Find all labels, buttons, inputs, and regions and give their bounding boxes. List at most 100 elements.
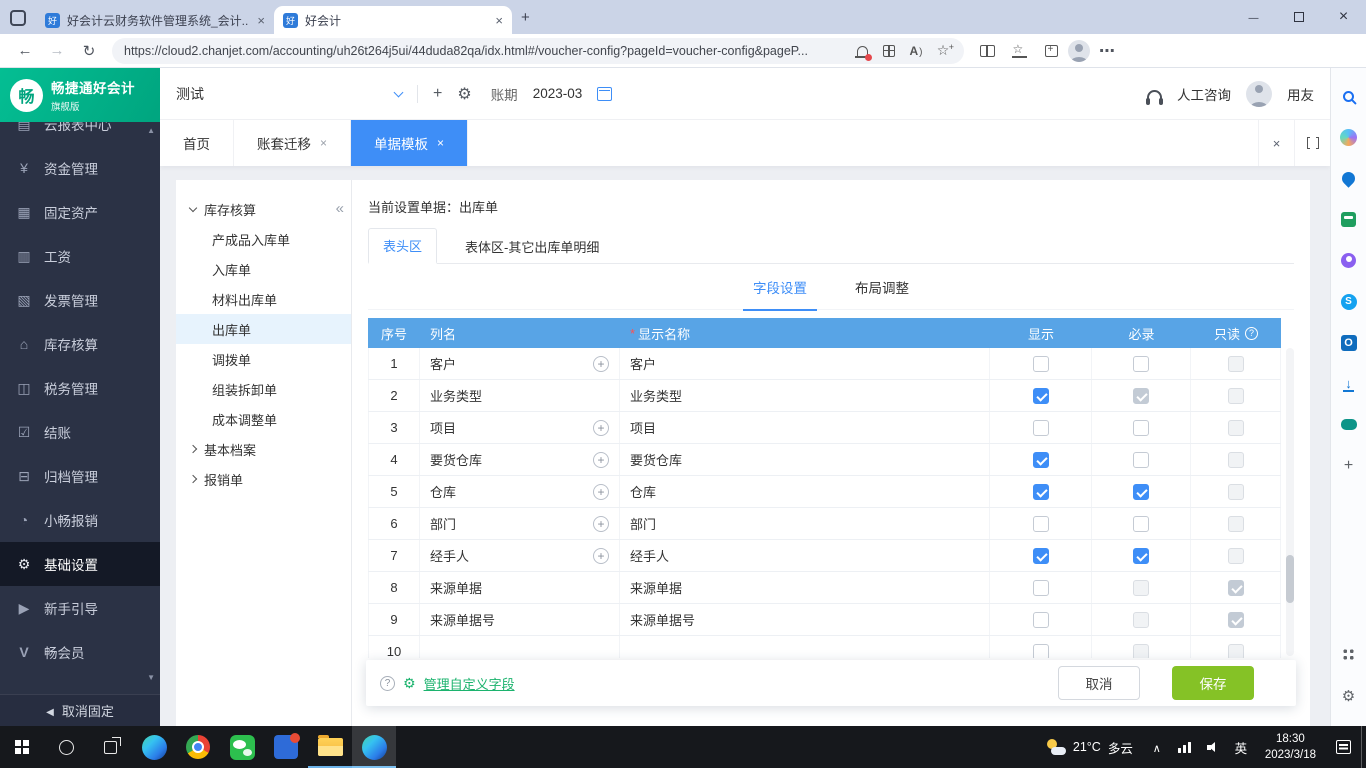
readonly-checkbox[interactable] (1228, 644, 1244, 659)
scrollbar-thumb[interactable] (1286, 555, 1294, 603)
skype-icon[interactable] (1331, 281, 1366, 322)
browser-menu-icon[interactable] (1092, 37, 1122, 65)
add-field-icon[interactable] (593, 356, 609, 372)
taskbar-app-file-explorer[interactable] (308, 726, 352, 768)
taskbar-clock[interactable]: 18:30 2023/3/18 (1255, 731, 1326, 763)
profile-avatar[interactable] (1068, 40, 1090, 62)
tree-item-material-out[interactable]: 材料出库单 (176, 284, 351, 314)
required-checkbox[interactable] (1133, 388, 1149, 404)
readonly-checkbox[interactable] (1228, 484, 1244, 500)
calendar-icon[interactable] (597, 87, 612, 101)
sidebar-item-archive[interactable]: 归档管理 (0, 454, 160, 498)
sidebar-scroll-down-icon[interactable] (147, 673, 155, 682)
readonly-checkbox[interactable] (1228, 420, 1244, 436)
sidebar-item-salary[interactable]: 工资 (0, 234, 160, 278)
taskbar-search-icon[interactable] (44, 726, 88, 768)
sidebar-item-member[interactable]: 畅会员 (0, 630, 160, 674)
required-checkbox[interactable] (1133, 548, 1149, 564)
tray-expand-icon[interactable] (1143, 726, 1171, 768)
volume-icon[interactable] (1199, 726, 1227, 768)
show-checkbox[interactable] (1033, 388, 1049, 404)
add-field-icon[interactable] (593, 484, 609, 500)
sidebar-item-fixed-assets[interactable]: 固定资产 (0, 190, 160, 234)
user-name[interactable]: 用友 (1287, 84, 1314, 104)
user-avatar[interactable] (1246, 81, 1272, 107)
back-button[interactable] (10, 37, 40, 65)
sidebar-item-closing[interactable]: 结账 (0, 410, 160, 454)
help-icon[interactable] (380, 676, 395, 691)
tree-item-transfer[interactable]: 调拨单 (176, 344, 351, 374)
ime-indicator[interactable]: 英 (1227, 726, 1255, 768)
network-icon[interactable] (1171, 726, 1199, 768)
collections-icon[interactable] (1036, 37, 1066, 65)
outlook-icon[interactable] (1331, 322, 1366, 363)
sidebar-settings-icon[interactable] (1331, 675, 1366, 716)
required-checkbox[interactable] (1133, 580, 1149, 596)
readonly-checkbox[interactable] (1228, 388, 1244, 404)
readonly-checkbox[interactable] (1228, 356, 1244, 372)
read-aloud-icon[interactable] (907, 42, 925, 60)
minimize-button[interactable] (1231, 0, 1276, 34)
sidebar-item-expense[interactable]: 小畅报销 (0, 498, 160, 542)
unpin-button[interactable]: 取消固定 (0, 694, 160, 726)
sidebar-search-icon[interactable] (1331, 76, 1366, 117)
downloads-icon[interactable] (1331, 363, 1366, 404)
nav-tab-voucher-template[interactable]: 单据模板 (351, 120, 468, 166)
readonly-checkbox[interactable] (1228, 548, 1244, 564)
show-checkbox[interactable] (1033, 484, 1049, 500)
required-checkbox[interactable] (1133, 612, 1149, 628)
required-checkbox[interactable] (1133, 356, 1149, 372)
readonly-checkbox[interactable] (1228, 452, 1244, 468)
maximize-button[interactable] (1276, 0, 1321, 34)
subtab-layout-adjust[interactable]: 布局调整 (853, 263, 911, 311)
split-screen-icon[interactable] (972, 37, 1002, 65)
nav-tab-migration[interactable]: 账套迁移 (234, 120, 351, 166)
cancel-button[interactable]: 取消 (1058, 666, 1140, 700)
taskbar-app-edge[interactable] (132, 726, 176, 768)
fullscreen-icon[interactable] (1294, 120, 1330, 166)
drop-icon[interactable] (1331, 158, 1366, 199)
collapse-tree-icon[interactable] (336, 200, 344, 217)
show-checkbox[interactable] (1033, 548, 1049, 564)
required-checkbox[interactable] (1133, 516, 1149, 532)
apps-grid-icon[interactable] (880, 42, 898, 60)
show-checkbox[interactable] (1033, 452, 1049, 468)
required-checkbox[interactable] (1133, 644, 1149, 659)
show-desktop-button[interactable] (1361, 726, 1366, 768)
taskbar-app-edge-active[interactable] (352, 726, 396, 768)
save-button[interactable]: 保存 (1172, 666, 1254, 700)
add-field-icon[interactable] (593, 420, 609, 436)
required-checkbox[interactable] (1133, 484, 1149, 500)
add-favorite-icon[interactable] (934, 42, 952, 60)
readonly-checkbox[interactable] (1228, 612, 1244, 628)
tree-item-stock-in[interactable]: 入库单 (176, 254, 351, 284)
sidebar-item-tax[interactable]: 税务管理 (0, 366, 160, 410)
copilot-icon[interactable] (1331, 117, 1366, 158)
workspace-icon[interactable] (10, 10, 26, 26)
show-checkbox[interactable] (1033, 580, 1049, 596)
tree-item-cost-adjust[interactable]: 成本调整单 (176, 404, 351, 434)
tab-close-icon[interactable] (257, 14, 265, 27)
show-checkbox[interactable] (1033, 644, 1049, 659)
taskbar-app-chrome[interactable] (176, 726, 220, 768)
show-checkbox[interactable] (1033, 420, 1049, 436)
notifications-blocked-icon[interactable] (853, 42, 871, 60)
account-select[interactable]: 测试 (176, 84, 402, 104)
start-button[interactable] (0, 726, 44, 768)
weather-widget[interactable]: 21°C 多云 (1036, 726, 1143, 768)
close-window-button[interactable] (1321, 0, 1366, 34)
sidebar-item-invoice[interactable]: 发票管理 (0, 278, 160, 322)
sidebar-item-guide[interactable]: 新手引导 (0, 586, 160, 630)
sidebar-item-inventory[interactable]: 库存核算 (0, 322, 160, 366)
tree-item-stock-out[interactable]: 出库单 (176, 314, 351, 344)
readonly-checkbox[interactable] (1228, 516, 1244, 532)
tab-close-icon[interactable] (495, 14, 503, 27)
forward-button[interactable] (42, 37, 72, 65)
new-tab-button[interactable] (521, 10, 530, 25)
required-checkbox[interactable] (1133, 420, 1149, 436)
show-checkbox[interactable] (1033, 356, 1049, 372)
tab-body-area[interactable]: 表体区-其它出库单明细 (463, 230, 601, 263)
show-checkbox[interactable] (1033, 516, 1049, 532)
readonly-checkbox[interactable] (1228, 580, 1244, 596)
readonly-help-icon[interactable] (1245, 327, 1258, 340)
